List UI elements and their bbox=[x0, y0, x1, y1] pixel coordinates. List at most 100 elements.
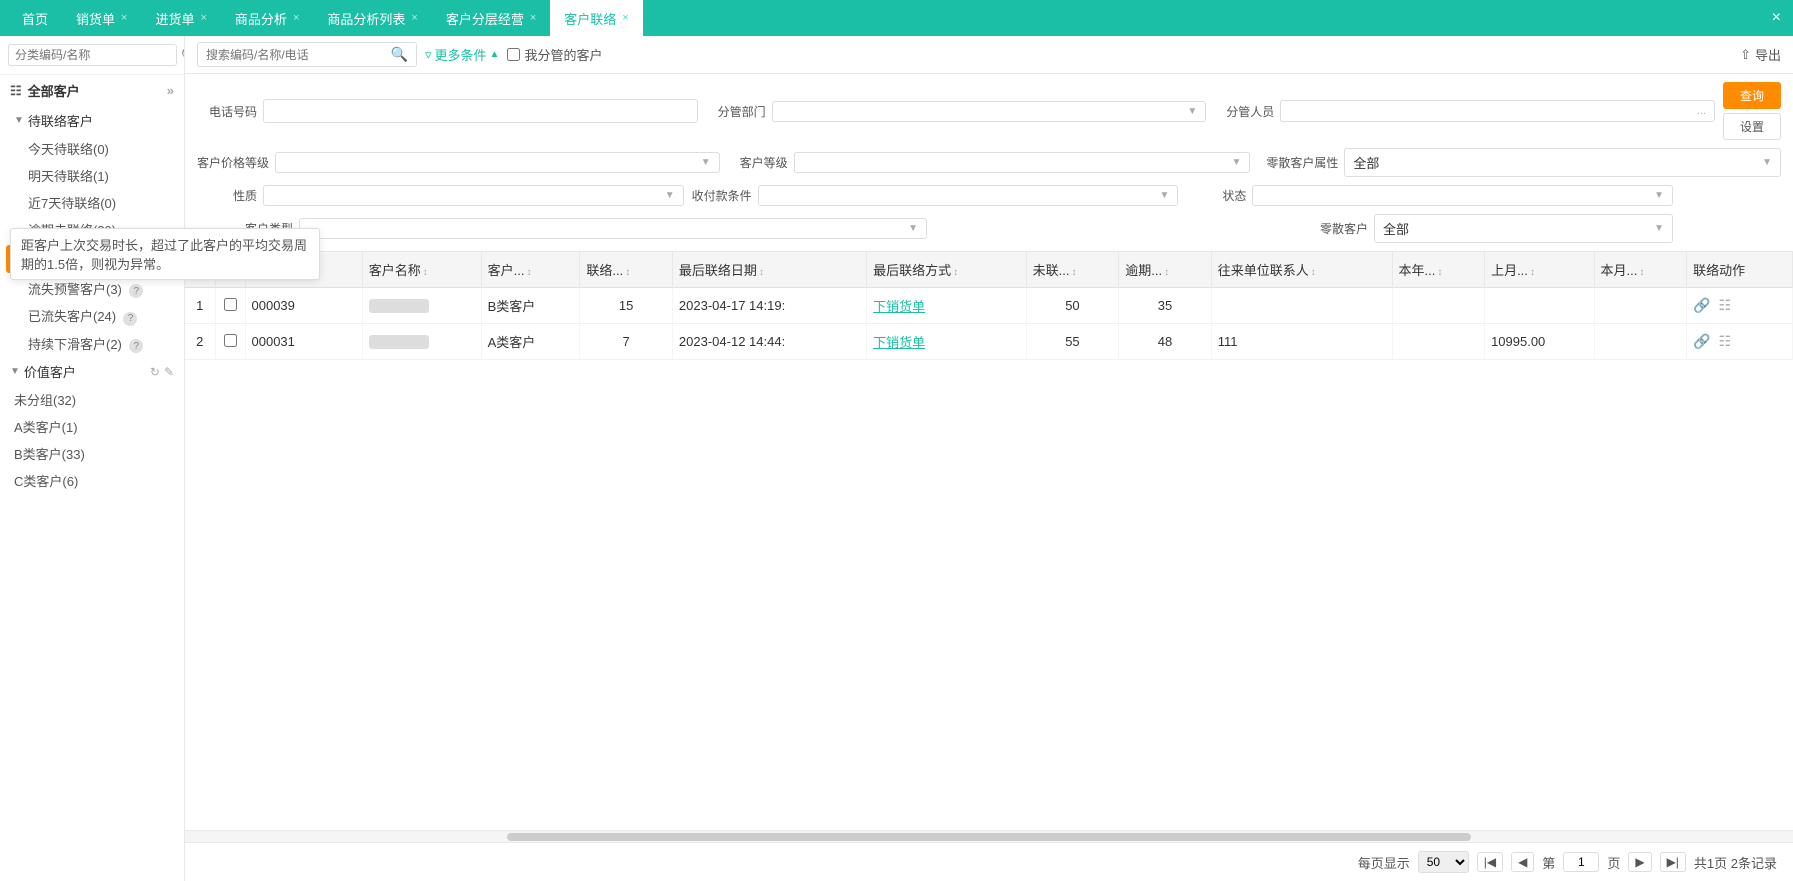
gender-label: 性质 bbox=[197, 187, 257, 204]
collapse-icon[interactable]: » bbox=[167, 83, 174, 98]
edit-icon[interactable]: ✎ bbox=[164, 365, 174, 379]
dept-cell: 分管部门 ▼ bbox=[706, 101, 1207, 122]
close-icon[interactable]: × bbox=[411, 12, 417, 24]
nav-item-sales[interactable]: 销货单 × bbox=[62, 0, 141, 36]
per-page-select[interactable]: 50 20 100 bbox=[1418, 851, 1469, 873]
col-customer-type: 客户...↕ bbox=[481, 252, 580, 288]
row-index: 2 bbox=[185, 324, 215, 360]
row-checkbox[interactable] bbox=[215, 288, 245, 324]
grid-action-icon[interactable]: ☷ bbox=[1719, 297, 1732, 314]
phone-input[interactable] bbox=[263, 99, 698, 123]
close-icon[interactable]: × bbox=[530, 12, 536, 24]
retail-attr-select[interactable]: 全部 ▼ bbox=[1344, 148, 1781, 177]
sort-icon[interactable]: ↕ bbox=[1311, 267, 1316, 278]
prev-page-button[interactable]: ◀ bbox=[1511, 852, 1534, 872]
sort-icon[interactable]: ↕ bbox=[1639, 267, 1644, 278]
row-customer-type: A类客户 bbox=[481, 324, 580, 360]
sidebar-item-class-b[interactable]: B类客户(33) bbox=[0, 440, 184, 467]
col-this-month: 本月...↕ bbox=[1594, 252, 1687, 288]
sort-icon[interactable]: ↕ bbox=[1530, 267, 1535, 278]
row-select-checkbox[interactable] bbox=[224, 298, 237, 311]
manager-select[interactable]: ... bbox=[1280, 100, 1715, 122]
link-action-icon[interactable]: 🔗 bbox=[1693, 333, 1710, 350]
export-button[interactable]: ⇧ 导出 bbox=[1740, 45, 1781, 64]
nav-item-home[interactable]: 首页 bbox=[8, 0, 62, 36]
sort-icon[interactable]: ↕ bbox=[1164, 267, 1169, 278]
customer-type-select[interactable]: ▼ bbox=[299, 218, 927, 239]
nav-item-purchase[interactable]: 进货单 × bbox=[141, 0, 220, 36]
sidebar-item-7days[interactable]: 近7天待联络(0) bbox=[0, 189, 184, 216]
retail-customer-select[interactable]: 全部 ▼ bbox=[1374, 214, 1673, 243]
row-last-contact-date: 2023-04-12 14:44: bbox=[672, 324, 866, 360]
close-all-button[interactable]: × bbox=[1772, 9, 1781, 27]
gender-select[interactable]: ▼ bbox=[263, 185, 684, 206]
nav-item-product-list[interactable]: 商品分析列表 × bbox=[313, 0, 431, 36]
last-page-button[interactable]: ▶| bbox=[1660, 852, 1686, 872]
close-icon[interactable]: × bbox=[293, 12, 299, 24]
all-customers-header[interactable]: ☷ 全部客户 » bbox=[0, 75, 184, 106]
query-button[interactable]: 查询 bbox=[1723, 82, 1781, 109]
search-input[interactable] bbox=[206, 48, 391, 62]
sort-icon[interactable]: ↕ bbox=[759, 267, 764, 278]
help-icon: ? bbox=[123, 312, 137, 326]
sidebar-item-unclassified[interactable]: 未分组(32) bbox=[0, 386, 184, 413]
row-select-checkbox[interactable] bbox=[224, 334, 237, 347]
close-icon[interactable]: × bbox=[200, 12, 206, 24]
sort-icon[interactable]: ↕ bbox=[423, 267, 428, 278]
close-icon[interactable]: × bbox=[121, 12, 127, 24]
row-index: 1 bbox=[185, 288, 215, 324]
customer-level-select[interactable]: ▼ bbox=[794, 152, 1251, 173]
category-search-input[interactable] bbox=[8, 44, 177, 66]
scrollbar-thumb[interactable] bbox=[507, 833, 1472, 841]
sidebar-item-declining[interactable]: 持续下滑客户(2) ? bbox=[0, 330, 184, 358]
nav-item-customer-contact[interactable]: 客户联络 × bbox=[550, 0, 642, 36]
pending-group-title[interactable]: ▼ 待联络客户 bbox=[0, 106, 184, 135]
col-name: 客户名称↕ bbox=[362, 252, 481, 288]
grid-action-icon[interactable]: ☷ bbox=[1719, 333, 1732, 350]
ellipsis-icon: ... bbox=[1697, 105, 1706, 117]
sidebar-item-class-c[interactable]: C类客户(6) bbox=[0, 467, 184, 494]
more-conditions-button[interactable]: ▿ 更多条件 ▲ bbox=[425, 45, 499, 64]
search-icon[interactable]: 🔍 bbox=[391, 46, 408, 63]
grid-icon: ☷ bbox=[10, 83, 22, 99]
status-select[interactable]: ▼ bbox=[1252, 185, 1673, 206]
nav-item-product-analysis[interactable]: 商品分析 × bbox=[221, 0, 313, 36]
row-last-contact-method[interactable]: 下销货单 bbox=[867, 288, 1027, 324]
row-last-contact-method[interactable]: 下销货单 bbox=[867, 324, 1027, 360]
link-action-icon[interactable]: 🔗 bbox=[1693, 297, 1710, 314]
sort-icon[interactable]: ↕ bbox=[1072, 267, 1077, 278]
sort-icon[interactable]: ↕ bbox=[1437, 267, 1442, 278]
value-customers-header[interactable]: ▼ 价值客户 ↻ ✎ bbox=[0, 357, 184, 386]
page-label-end: 页 bbox=[1607, 853, 1620, 872]
sidebar-item-today[interactable]: 今天待联络(0) bbox=[0, 135, 184, 162]
page-input[interactable] bbox=[1563, 852, 1599, 872]
my-customers-check-input[interactable] bbox=[507, 48, 520, 61]
price-level-label: 客户价格等级 bbox=[197, 154, 269, 171]
nav-item-customer-tiers[interactable]: 客户分层经营 × bbox=[432, 0, 550, 36]
row-this-month bbox=[1594, 324, 1687, 360]
row-unlabeled: 50 bbox=[1026, 288, 1119, 324]
close-icon[interactable]: × bbox=[622, 12, 628, 24]
dept-select[interactable]: ▼ bbox=[772, 101, 1207, 122]
dept-label: 分管部门 bbox=[706, 103, 766, 120]
horizontal-scrollbar[interactable] bbox=[185, 830, 1793, 842]
sidebar-item-class-a[interactable]: A类客户(1) bbox=[0, 413, 184, 440]
row-checkbox[interactable] bbox=[215, 324, 245, 360]
refresh-icon[interactable]: ↻ bbox=[150, 365, 160, 379]
settings-button[interactable]: 设置 bbox=[1723, 113, 1781, 140]
price-level-select[interactable]: ▼ bbox=[275, 152, 720, 173]
sort-icon[interactable]: ↕ bbox=[625, 267, 630, 278]
first-page-button[interactable]: |◀ bbox=[1477, 852, 1503, 872]
manager-cell: 分管人员 ... bbox=[1214, 100, 1715, 122]
payment-select[interactable]: ▼ bbox=[758, 185, 1179, 206]
col-overdue: 逾期...↕ bbox=[1119, 252, 1212, 288]
sidebar-item-already-lost[interactable]: 已流失客户(24) ? bbox=[0, 302, 184, 330]
my-customers-checkbox[interactable]: 我分管的客户 bbox=[507, 45, 602, 64]
sort-icon[interactable]: ↕ bbox=[526, 267, 531, 278]
row-actions: 🔗 ☷ bbox=[1687, 324, 1793, 360]
sidebar-item-tomorrow[interactable]: 明天待联络(1) bbox=[0, 162, 184, 189]
next-page-button[interactable]: ▶ bbox=[1628, 852, 1651, 872]
filter-row-1: 电话号码 分管部门 ▼ 分管人员 ... 查询 设置 bbox=[197, 82, 1781, 140]
phone-label: 电话号码 bbox=[197, 103, 257, 120]
sort-icon[interactable]: ↕ bbox=[953, 267, 958, 278]
